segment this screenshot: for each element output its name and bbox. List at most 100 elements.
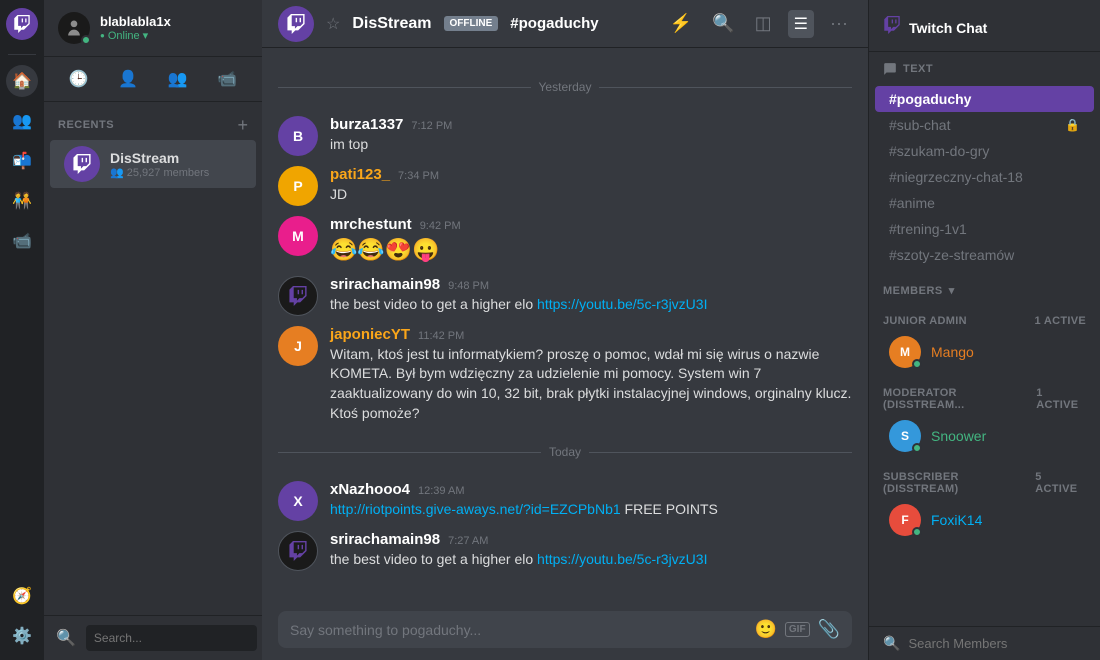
home-icon[interactable]: 🏠 bbox=[6, 65, 38, 97]
integrations-icon[interactable]: ⚡ bbox=[666, 9, 696, 38]
clock-icon[interactable]: 🕒 bbox=[65, 65, 93, 93]
avatar-4: J bbox=[278, 326, 318, 366]
msg-text-6: the best video to get a higher elo https… bbox=[330, 550, 852, 570]
msg-content-1: pati123_ 7:34 PM JD bbox=[330, 166, 852, 206]
msg-time-5: 12:39 AM bbox=[418, 485, 464, 497]
msg-content-4: japoniecYT 11:42 PM Witam, ktoś jest tu … bbox=[330, 326, 852, 423]
more-icon[interactable]: ··· bbox=[826, 9, 852, 38]
msg-time-0: 7:12 PM bbox=[411, 120, 452, 132]
chat-input[interactable] bbox=[290, 622, 746, 638]
msg-time-1: 7:34 PM bbox=[398, 170, 439, 182]
channel-item-niegrzeczny[interactable]: #niegrzeczny-chat-18 bbox=[875, 164, 1094, 190]
avatar-0: B bbox=[278, 116, 318, 156]
channel-item-szukam[interactable]: #szukam-do-gry bbox=[875, 138, 1094, 164]
attachment-icon[interactable]: 📎 bbox=[818, 619, 840, 640]
chat-input-wrapper: 🙂 GIF 📎 bbox=[278, 611, 852, 648]
channel-header: blablabla1x ● Online ▾ bbox=[44, 0, 262, 57]
member-name-snoower: Snoower bbox=[931, 428, 986, 444]
msg-header-6: srirachamain98 7:27 AM bbox=[330, 531, 852, 548]
twitch-logo-icon[interactable] bbox=[6, 8, 38, 40]
msg-text-4: Witam, ktoś jest tu informatykiem? prosz… bbox=[330, 345, 852, 423]
twitch-header-icon bbox=[883, 16, 901, 39]
offline-badge: OFFLINE bbox=[444, 16, 499, 31]
msg-header-3: srirachamain98 9:48 PM bbox=[330, 276, 852, 293]
friends-icon[interactable]: 👥 bbox=[6, 105, 38, 137]
msg-header-4: japoniecYT 11:42 PM bbox=[330, 326, 852, 343]
channel-item-trening[interactable]: #trening-1v1 bbox=[875, 216, 1094, 242]
channel-item-anime[interactable]: #anime bbox=[875, 190, 1094, 216]
server-item-disstream[interactable]: DisStream 👥 25,927 members bbox=[50, 140, 256, 188]
inbox-icon[interactable]: 📬 bbox=[6, 145, 38, 177]
layers-icon[interactable]: ◫ bbox=[751, 9, 776, 38]
channel-item-sub-chat[interactable]: #sub-chat 🔒 bbox=[875, 112, 1094, 138]
left-divider-1 bbox=[8, 54, 36, 55]
people-icon[interactable]: 🧑‍🤝‍🧑 bbox=[6, 185, 38, 217]
avatar-3 bbox=[278, 276, 318, 316]
channel-name-header: #pogaduchy bbox=[510, 15, 598, 32]
channel-sidebar: blablabla1x ● Online ▾ 🕒 👤 👥 📹 RECENTS +… bbox=[44, 0, 262, 660]
msg-header-1: pati123_ 7:34 PM bbox=[330, 166, 852, 183]
add-friend-icon[interactable]: 👥 bbox=[164, 65, 192, 93]
search-bottom-icon[interactable]: 🔍 bbox=[52, 624, 80, 652]
chat-header: ☆ DisStream OFFLINE #pogaduchy ⚡ 🔍 ◫ ☰ ·… bbox=[262, 0, 868, 48]
server-info: DisStream 👥 25,927 members bbox=[110, 150, 242, 179]
online-dot bbox=[81, 35, 91, 45]
compass-icon[interactable]: 🧭 bbox=[6, 580, 38, 612]
msg-header-2: mrchestunt 9:42 PM bbox=[330, 216, 852, 233]
member-item-mango[interactable]: M Mango bbox=[875, 331, 1094, 373]
main-chat-area: ☆ DisStream OFFLINE #pogaduchy ⚡ 🔍 ◫ ☰ ·… bbox=[262, 0, 868, 660]
favorite-icon[interactable]: ☆ bbox=[326, 14, 340, 34]
avatar-5: X bbox=[278, 481, 318, 521]
search-members-bar: 🔍 bbox=[869, 626, 1100, 660]
yesterday-divider: Yesterday bbox=[278, 80, 852, 94]
member-section-admin: JUNIOR ADMIN 1 Active M Mango bbox=[869, 305, 1100, 377]
search-header-icon[interactable]: 🔍 bbox=[708, 9, 738, 38]
gif-button[interactable]: GIF bbox=[785, 622, 810, 637]
emoji-icon[interactable]: 🙂 bbox=[754, 619, 776, 640]
twitch-title: Twitch Chat bbox=[909, 20, 987, 36]
avatar-6 bbox=[278, 531, 318, 571]
msg-link-5[interactable]: http://riotpoints.give-aways.net/?id=EZC… bbox=[330, 501, 621, 517]
today-divider: Today bbox=[278, 445, 852, 459]
member-item-foxik[interactable]: F FoxiK14 bbox=[875, 499, 1094, 541]
left-narrow-sidebar: 🏠 👥 📬 🧑‍🤝‍🧑 📹 🧭 ⚙️ bbox=[0, 0, 44, 660]
chat-input-area: 🙂 GIF 📎 bbox=[262, 599, 868, 660]
message-group-3: srirachamain98 9:48 PM the best video to… bbox=[278, 272, 852, 320]
msg-username-5: xNazhooo4 bbox=[330, 481, 410, 498]
msg-time-3: 9:48 PM bbox=[448, 280, 489, 292]
msg-link-6[interactable]: https://youtu.be/5c-r3jvzU3I bbox=[537, 551, 707, 567]
video-ch-icon[interactable]: 📹 bbox=[213, 65, 241, 93]
right-sidebar: Twitch Chat TEXT #pogaduchy #sub-chat 🔒 … bbox=[868, 0, 1100, 660]
username-label: blablabla1x bbox=[100, 14, 171, 29]
friends-ch-icon[interactable]: 👤 bbox=[114, 65, 142, 93]
recents-header: RECENTS + bbox=[44, 102, 262, 140]
channel-item-szoty[interactable]: #szoty-ze-streamów bbox=[875, 242, 1094, 268]
server-name: DisStream bbox=[110, 150, 242, 166]
member-avatar-snoower: S bbox=[889, 420, 921, 452]
sidebar-spacer bbox=[44, 188, 262, 615]
add-channel-button[interactable]: + bbox=[237, 116, 248, 134]
menu-icon[interactable]: ☰ bbox=[788, 10, 814, 38]
search-members-input[interactable] bbox=[908, 636, 1086, 651]
text-section-label: TEXT bbox=[883, 62, 1086, 76]
msg-text-5: http://riotpoints.give-aways.net/?id=EZC… bbox=[330, 500, 852, 520]
video-icon[interactable]: 📹 bbox=[6, 225, 38, 257]
channel-item-pogaduchy[interactable]: #pogaduchy bbox=[875, 86, 1094, 112]
member-avatar-mango: M bbox=[889, 336, 921, 368]
settings-icon[interactable]: ⚙️ bbox=[6, 620, 38, 652]
user-avatar bbox=[58, 12, 90, 44]
msg-text-0: im top bbox=[330, 135, 852, 155]
msg-username-6: srirachamain98 bbox=[330, 531, 440, 548]
msg-link-3[interactable]: https://youtu.be/5c-r3jvzU3I bbox=[537, 296, 707, 312]
member-section-sub: SUBSCRIBER (DISSTREAM) 5 Active F FoxiK1… bbox=[869, 461, 1100, 545]
status-label: ● Online ▾ bbox=[100, 29, 171, 42]
member-online-dot-mango bbox=[912, 359, 922, 369]
msg-content-5: xNazhooo4 12:39 AM http://riotpoints.giv… bbox=[330, 481, 852, 521]
members-header[interactable]: MEMBERS ▾ bbox=[869, 272, 1100, 305]
member-item-snoower[interactable]: S Snoower bbox=[875, 415, 1094, 457]
msg-username-0: burza1337 bbox=[330, 116, 403, 133]
sidebar-search-input[interactable] bbox=[86, 625, 257, 651]
member-name-foxik: FoxiK14 bbox=[931, 512, 982, 528]
server-name-header: DisStream bbox=[352, 15, 431, 33]
role-header-sub: SUBSCRIBER (DISSTREAM) 5 Active bbox=[869, 465, 1100, 499]
